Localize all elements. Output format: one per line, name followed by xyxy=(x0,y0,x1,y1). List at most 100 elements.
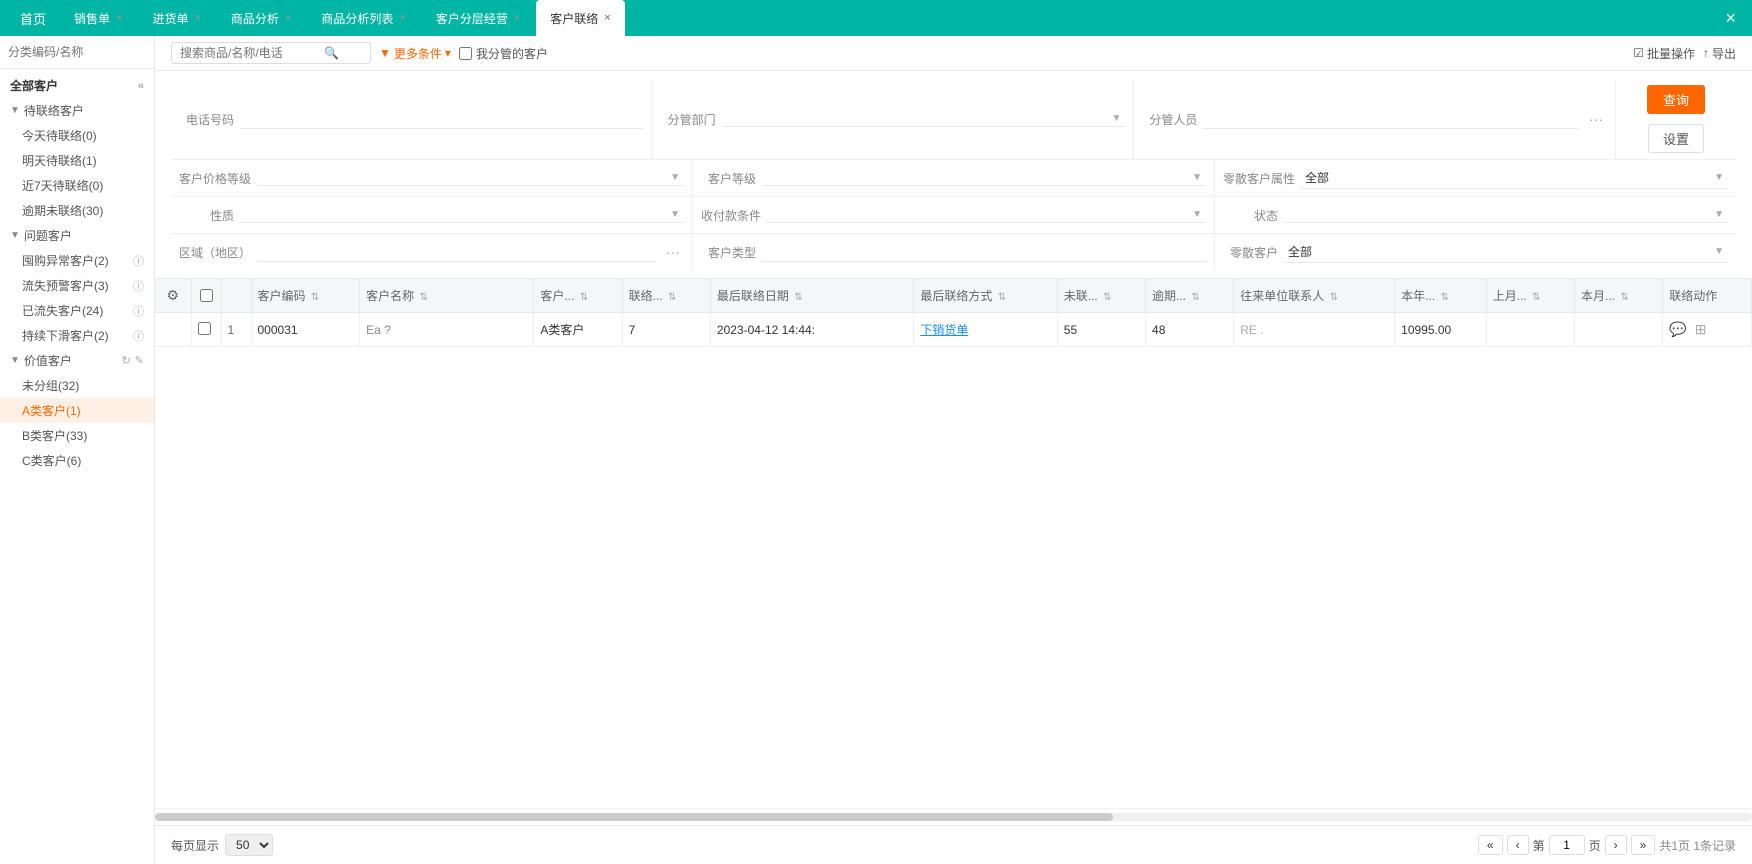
cell-overdue: 48 xyxy=(1146,313,1234,347)
sort-code[interactable]: ⇅ xyxy=(311,292,319,303)
sort-type[interactable]: ⇅ xyxy=(580,292,588,303)
col-contact-header[interactable]: 联络... ⇅ xyxy=(622,279,710,313)
ellipsis-manager-btn[interactable]: ··· xyxy=(1585,111,1607,127)
sidebar-item-c-class[interactable]: C类客户(6) xyxy=(0,448,154,473)
filter-select-status[interactable]: ▼ xyxy=(1284,207,1728,223)
sidebar-group-pending[interactable]: ▼ 待联络客户 xyxy=(0,98,154,123)
sidebar-item-b-class[interactable]: B类客户(33) xyxy=(0,423,154,448)
close-tab-sales[interactable]: × xyxy=(116,12,122,24)
sidebar-item-a-class[interactable]: A类客户(1) xyxy=(0,398,154,423)
col-name-header[interactable]: 客户名称 ⇅ xyxy=(360,279,534,313)
sidebar-group-value[interactable]: ▼ 价值客户 ↻ ✎ xyxy=(0,348,154,373)
sort-name[interactable]: ⇅ xyxy=(419,292,427,303)
filter-input-manager[interactable] xyxy=(1203,110,1579,129)
sidebar-item-tomorrow-pending[interactable]: 明天待联络(1) xyxy=(0,148,154,173)
sidebar-item-declining[interactable]: 持续下滑客户(2) ⓘ xyxy=(0,323,154,348)
first-page-btn[interactable]: « xyxy=(1478,835,1503,855)
filter-input-phone[interactable] xyxy=(240,110,644,129)
nav-tab-customer-segment[interactable]: 客户分层经营 × xyxy=(422,0,534,36)
sort-last-method[interactable]: ⇅ xyxy=(998,292,1006,303)
sidebar-item-today-pending[interactable]: 今天待联络(0) xyxy=(0,123,154,148)
filter-label-customer-type: 客户类型 xyxy=(701,244,756,261)
col-unit-contact-header[interactable]: 往来单位联系人 ⇅ xyxy=(1234,279,1395,313)
sort-no-contact[interactable]: ⇅ xyxy=(1103,292,1111,303)
export-btn[interactable]: ↑ 导出 xyxy=(1703,45,1736,62)
filter-search-icon[interactable]: 🔍 xyxy=(324,46,339,60)
filter-label-phone: 电话号码 xyxy=(179,111,234,128)
prev-page-btn[interactable]: ‹ xyxy=(1507,835,1529,855)
page-num-input[interactable] xyxy=(1549,835,1585,855)
close-tab-customer-contact[interactable]: × xyxy=(604,12,610,24)
filter-select-payment[interactable]: ▼ xyxy=(767,207,1206,223)
sidebar-group-problem[interactable]: ▼ 问题客户 xyxy=(0,223,154,248)
sidebar-item-abnormal-purchase[interactable]: 囤购异常客户(2) ⓘ xyxy=(0,248,154,273)
col-overdue-header[interactable]: 逾期... ⇅ xyxy=(1146,279,1234,313)
filter-input-region[interactable] xyxy=(257,243,656,262)
sort-unit-contact[interactable]: ⇅ xyxy=(1330,292,1338,303)
ellipsis-region-btn[interactable]: ··· xyxy=(662,244,684,260)
sort-contact[interactable]: ⇅ xyxy=(668,292,676,303)
col-this-month-header[interactable]: 本月... ⇅ xyxy=(1575,279,1663,313)
my-customers-checkbox[interactable] xyxy=(459,47,472,60)
filter-select-nature[interactable]: ▼ xyxy=(240,207,684,223)
sort-this-year[interactable]: ⇅ xyxy=(1441,292,1449,303)
chat-icon[interactable]: 💬 xyxy=(1669,321,1686,338)
sidebar-collapse-icon[interactable]: « xyxy=(138,80,144,92)
filter-search-input[interactable] xyxy=(180,46,320,60)
close-tab-product-analysis-list[interactable]: × xyxy=(399,12,405,24)
filter-input-customer-type[interactable] xyxy=(762,243,1206,262)
settings-btn[interactable]: 设置 xyxy=(1648,124,1704,153)
filter-select-price-level[interactable]: ▼ xyxy=(257,170,684,186)
sort-overdue[interactable]: ⇅ xyxy=(1191,292,1199,303)
nav-tab-sales[interactable]: 销售单 × xyxy=(60,0,136,36)
filter-select-customer-level[interactable]: ▼ xyxy=(762,170,1206,186)
col-gear-header[interactable]: ⚙ xyxy=(155,279,191,313)
gear-icon[interactable]: ⚙ xyxy=(161,287,185,304)
col-no-contact-header[interactable]: 未联... ⇅ xyxy=(1057,279,1145,313)
row-checkbox[interactable] xyxy=(198,322,211,335)
nav-tab-customer-contact[interactable]: 客户联络 × xyxy=(536,0,624,36)
refresh-icon[interactable]: ↻ xyxy=(122,354,131,367)
edit-icon[interactable]: ✎ xyxy=(135,354,144,367)
sidebar-item-overdue-pending[interactable]: 逾期未联络(30) xyxy=(0,198,154,223)
sidebar-item-ungrouped[interactable]: 未分组(32) xyxy=(0,373,154,398)
batch-op-btn[interactable]: ☑ 批量操作 xyxy=(1633,45,1695,62)
col-this-year-header[interactable]: 本年... ⇅ xyxy=(1395,279,1487,313)
sidebar-item-7days-pending[interactable]: 近7天待联络(0) xyxy=(0,173,154,198)
sidebar-all-customers-header[interactable]: 全部客户 « xyxy=(0,69,154,98)
nav-home[interactable]: 首页 xyxy=(8,9,58,28)
nav-tab-purchase[interactable]: 进货单 × xyxy=(138,0,214,36)
query-btn[interactable]: 查询 xyxy=(1647,85,1705,114)
filter-select-retail-customer[interactable]: 全部 ▼ xyxy=(1284,241,1728,263)
nav-tab-product-analysis[interactable]: 商品分析 × xyxy=(217,0,305,36)
nav-close-all[interactable]: × xyxy=(1717,8,1744,29)
sidebar-item-churned[interactable]: 已流失客户(24) ⓘ xyxy=(0,298,154,323)
next-page-btn[interactable]: › xyxy=(1605,835,1627,855)
col-last-method-header[interactable]: 最后联络方式 ⇅ xyxy=(914,279,1057,313)
close-tab-customer-segment[interactable]: × xyxy=(514,12,520,24)
col-type-header[interactable]: 客户... ⇅ xyxy=(534,279,622,313)
horizontal-scrollbar[interactable] xyxy=(155,813,1752,821)
filter-cell-retail-attr: 零散客户属性 全部 ▼ xyxy=(1215,160,1736,196)
adv-filter-row-1: 电话号码 分管部门 ▼ 分管人员 xyxy=(171,79,1736,160)
col-last-month-header[interactable]: 上月... ⇅ xyxy=(1486,279,1574,313)
col-last-date-header[interactable]: 最后联络日期 ⇅ xyxy=(710,279,913,313)
col-code-header[interactable]: 客户编码 ⇅ xyxy=(251,279,360,313)
filter-select-dept[interactable]: ▼ xyxy=(722,111,1126,127)
filter-select-retail-attr[interactable]: 全部 ▼ xyxy=(1301,167,1728,189)
sort-last-month[interactable]: ⇅ xyxy=(1532,292,1540,303)
sort-last-date[interactable]: ⇅ xyxy=(794,292,802,303)
grid-icon[interactable]: ⊞ xyxy=(1695,321,1707,338)
cell-this-year: 10995.00 xyxy=(1395,313,1487,347)
sidebar-item-churn-warning[interactable]: 流失预警客户(3) ⓘ xyxy=(0,273,154,298)
last-method-link[interactable]: 下销货单 xyxy=(920,323,968,337)
select-all-checkbox[interactable] xyxy=(200,289,213,302)
close-tab-purchase[interactable]: × xyxy=(194,12,200,24)
sort-this-month[interactable]: ⇅ xyxy=(1620,292,1628,303)
page-size-select[interactable]: 50 xyxy=(225,834,273,856)
sidebar-search-input[interactable] xyxy=(8,45,155,59)
close-tab-product-analysis[interactable]: × xyxy=(285,12,291,24)
last-page-btn[interactable]: » xyxy=(1631,835,1656,855)
nav-tab-product-analysis-list[interactable]: 商品分析列表 × xyxy=(307,0,419,36)
more-conditions-btn[interactable]: ▼ 更多条件 ▾ xyxy=(379,45,451,62)
